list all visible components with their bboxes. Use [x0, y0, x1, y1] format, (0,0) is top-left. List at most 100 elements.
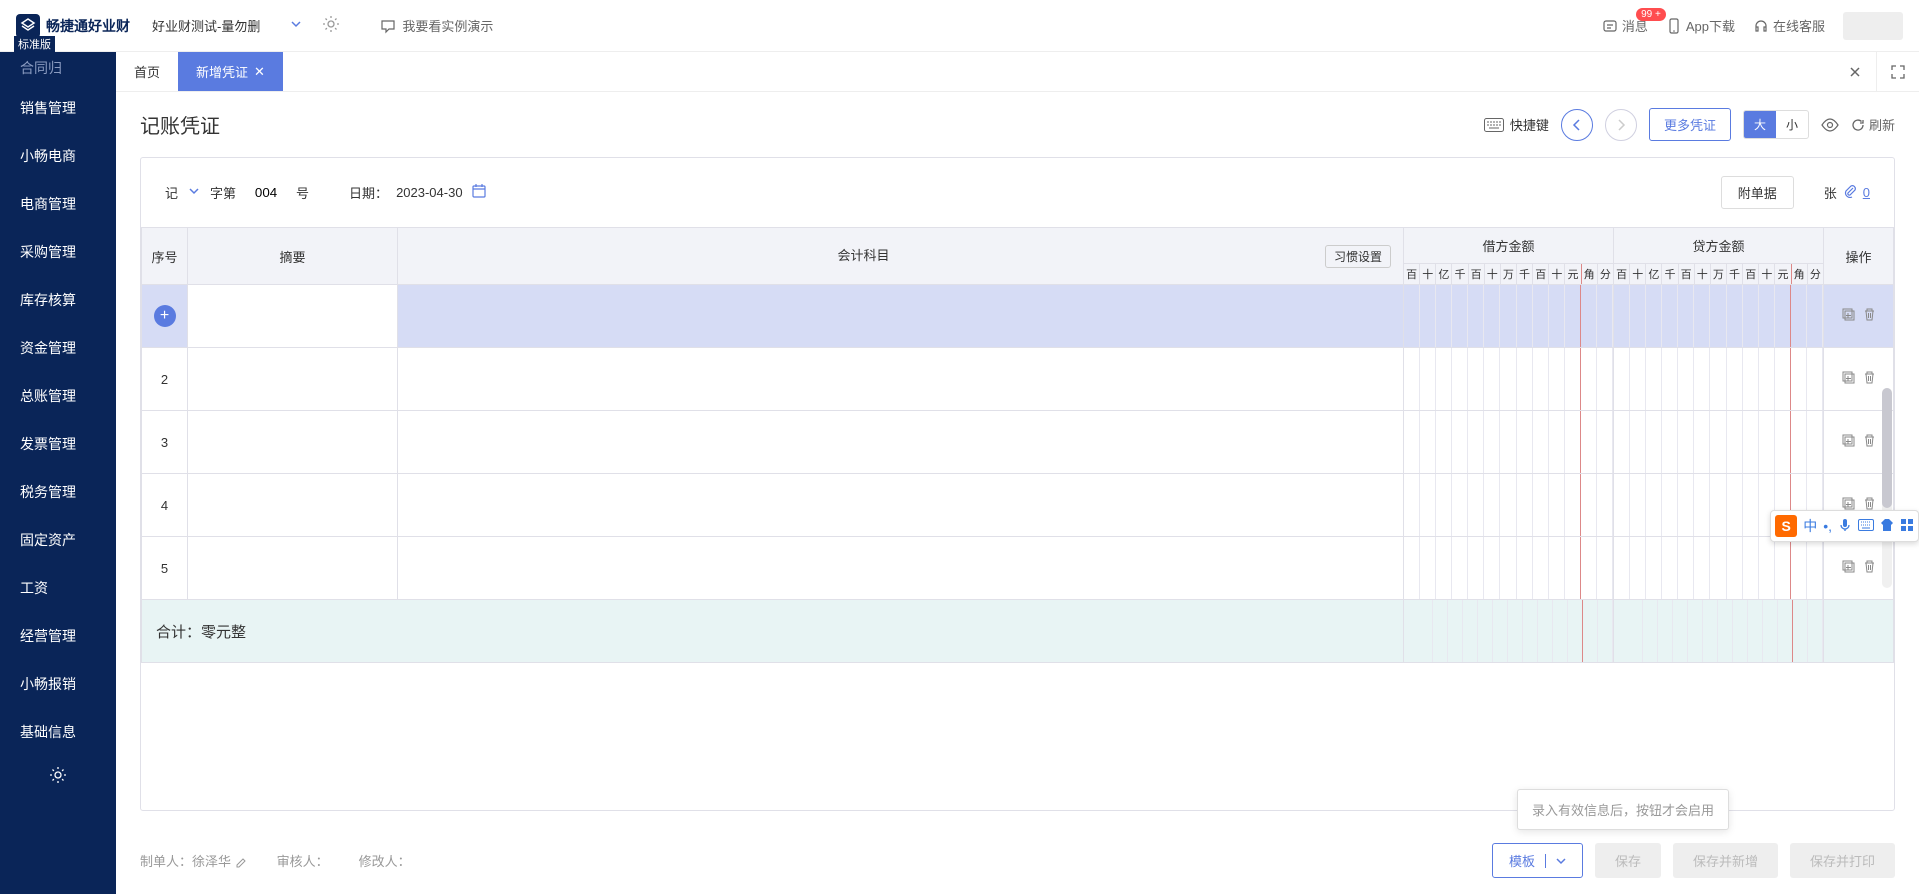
delete-row-icon[interactable]: [1862, 433, 1877, 448]
subject-cell[interactable]: [398, 411, 1404, 474]
habit-settings-button[interactable]: 习惯设置: [1325, 245, 1391, 268]
fullscreen-button[interactable]: [1876, 52, 1919, 91]
sidebar-settings-icon[interactable]: [0, 756, 116, 797]
settings-gear-icon[interactable]: [322, 15, 340, 36]
scrollbar-thumb[interactable]: [1882, 388, 1892, 508]
ime-mic-icon[interactable]: [1838, 518, 1852, 535]
summary-cell[interactable]: [188, 474, 398, 537]
subject-cell[interactable]: [398, 285, 1404, 348]
copy-row-icon[interactable]: [1841, 370, 1856, 385]
sidebar-item-purchase[interactable]: 采购管理: [0, 228, 116, 276]
sidebar-item-0[interactable]: 合同归: [0, 52, 116, 84]
digit-header: 百: [1533, 264, 1549, 285]
sidebar-item-xiaochang-ec[interactable]: 小畅电商: [0, 132, 116, 180]
tab-new-voucher[interactable]: 新增凭证 ✕: [178, 52, 283, 91]
table-row[interactable]: 2: [142, 348, 1894, 411]
sidebar-item-tax[interactable]: 税务管理: [0, 468, 116, 516]
copy-row-icon[interactable]: [1841, 559, 1856, 574]
attach-document-button[interactable]: 附单据: [1721, 176, 1794, 209]
eye-icon: [1821, 116, 1839, 134]
sidebar-item-funds[interactable]: 资金管理: [0, 324, 116, 372]
chevron-down-icon: [1556, 856, 1566, 866]
online-service-button[interactable]: 在线客服: [1753, 16, 1825, 35]
voucher-word-prefix[interactable]: 记: [165, 183, 178, 202]
messages-button[interactable]: 消息 99 +: [1602, 16, 1648, 35]
debit-cell[interactable]: [1404, 474, 1614, 537]
table-row[interactable]: 3: [142, 411, 1894, 474]
demo-link[interactable]: 我要看实例演示: [380, 16, 493, 35]
sidebar-item-ledger[interactable]: 总账管理: [0, 372, 116, 420]
size-large-button[interactable]: 大: [1744, 111, 1776, 138]
app-download-button[interactable]: App下载: [1666, 16, 1735, 35]
delete-row-icon[interactable]: [1862, 307, 1877, 322]
sidebar-item-assets[interactable]: 固定资产: [0, 516, 116, 564]
debit-cell[interactable]: [1404, 285, 1614, 348]
summary-cell[interactable]: [188, 411, 398, 474]
ime-toolbox-icon[interactable]: [1900, 518, 1914, 535]
prev-button[interactable]: [1561, 109, 1593, 141]
subject-cell[interactable]: [398, 348, 1404, 411]
company-selector[interactable]: 好业财测试-量勿删: [152, 16, 302, 35]
debit-cell[interactable]: [1404, 411, 1614, 474]
close-icon[interactable]: ✕: [254, 64, 265, 80]
copy-row-icon[interactable]: [1841, 496, 1856, 511]
edit-icon[interactable]: [235, 857, 247, 869]
chevron-down-icon[interactable]: [188, 185, 200, 200]
row-seq: 2: [142, 348, 188, 411]
sidebar-item-invoice[interactable]: 发票管理: [0, 420, 116, 468]
ime-toolbar[interactable]: S 中 •,: [1770, 510, 1919, 542]
template-button[interactable]: 模板: [1492, 843, 1583, 878]
digit-header: 亿: [1436, 264, 1452, 285]
table-row[interactable]: 5: [142, 537, 1894, 600]
ime-punct-icon[interactable]: •,: [1823, 518, 1832, 534]
debit-cell[interactable]: [1404, 348, 1614, 411]
copy-row-icon[interactable]: [1841, 433, 1856, 448]
next-button[interactable]: [1605, 109, 1637, 141]
add-row-button[interactable]: +: [154, 305, 176, 327]
delete-row-icon[interactable]: [1862, 496, 1877, 511]
col-subject: 会计科目 习惯设置: [398, 228, 1404, 285]
voucher-number-input[interactable]: [246, 185, 286, 200]
subject-cell[interactable]: [398, 474, 1404, 537]
user-avatar[interactable]: [1843, 12, 1903, 40]
ime-skin-icon[interactable]: [1880, 518, 1894, 535]
credit-cell[interactable]: [1614, 537, 1824, 600]
shortcut-button[interactable]: 快捷键: [1484, 115, 1549, 134]
sidebar-item-inventory[interactable]: 库存核算: [0, 276, 116, 324]
summary-input[interactable]: [192, 290, 393, 340]
delete-row-icon[interactable]: [1862, 370, 1877, 385]
credit-cell[interactable]: [1614, 411, 1824, 474]
subject-cell[interactable]: [398, 537, 1404, 600]
size-small-button[interactable]: 小: [1776, 111, 1808, 138]
ime-lang[interactable]: 中: [1803, 516, 1817, 536]
digit-header: 百: [1404, 264, 1420, 285]
copy-row-icon[interactable]: [1841, 307, 1856, 322]
table-row[interactable]: +: [142, 285, 1894, 348]
summary-cell[interactable]: [188, 537, 398, 600]
sidebar-item-ecommerce[interactable]: 电商管理: [0, 180, 116, 228]
paperclip-icon[interactable]: [1843, 184, 1857, 201]
close-all-tabs-button[interactable]: [1834, 52, 1876, 91]
digit-header: 十: [1549, 264, 1565, 285]
digit-header: 千: [1726, 264, 1742, 285]
ime-keyboard-icon[interactable]: [1858, 518, 1874, 534]
calendar-icon[interactable]: [471, 183, 487, 202]
more-voucher-button[interactable]: 更多凭证: [1649, 108, 1731, 141]
table-row[interactable]: 4: [142, 474, 1894, 537]
total-row: 合计：零元整: [142, 600, 1894, 663]
sidebar-item-operation[interactable]: 经营管理: [0, 612, 116, 660]
refresh-button[interactable]: 刷新: [1851, 115, 1895, 134]
sidebar-item-salary[interactable]: 工资: [0, 564, 116, 612]
delete-row-icon[interactable]: [1862, 559, 1877, 574]
summary-cell[interactable]: [188, 348, 398, 411]
date-value[interactable]: 2023-04-30: [396, 185, 463, 200]
sidebar-item-expense[interactable]: 小畅报销: [0, 660, 116, 708]
view-toggle-button[interactable]: [1821, 116, 1839, 134]
sidebar-item-basic[interactable]: 基础信息: [0, 708, 116, 756]
credit-cell[interactable]: [1614, 285, 1824, 348]
sidebar-item-sales[interactable]: 销售管理: [0, 84, 116, 132]
debit-cell[interactable]: [1404, 537, 1614, 600]
credit-cell[interactable]: [1614, 348, 1824, 411]
tab-home[interactable]: 首页: [116, 52, 178, 91]
scrollbar[interactable]: [1882, 388, 1892, 588]
